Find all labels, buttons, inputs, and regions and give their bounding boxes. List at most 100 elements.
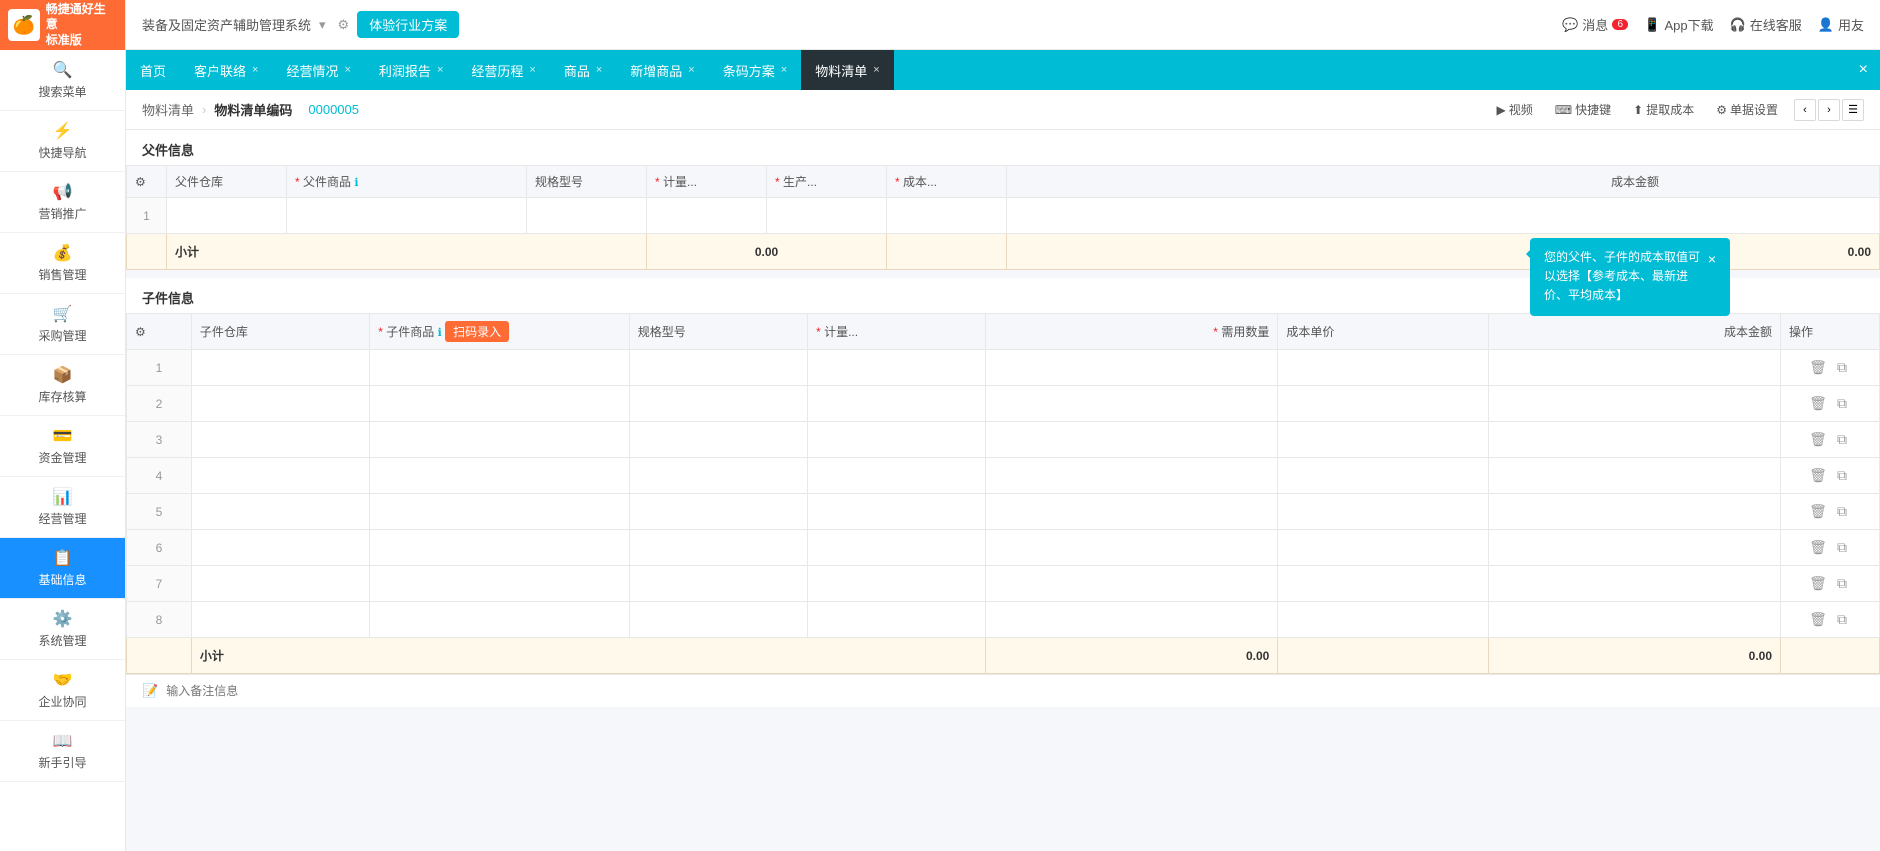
child-warehouse-5[interactable]: [191, 494, 369, 530]
child-unit-4[interactable]: [808, 458, 986, 494]
child-unit-6[interactable]: [808, 530, 986, 566]
child-spec-8[interactable]: [629, 602, 807, 638]
child-spec-7[interactable]: [629, 566, 807, 602]
child-spec-3[interactable]: [629, 422, 807, 458]
remark-input[interactable]: [166, 684, 1864, 698]
sidebar-item-basic-info[interactable]: 📋 基础信息: [0, 538, 125, 599]
sidebar-item-enterprise[interactable]: 🤝 企业协同: [0, 660, 125, 721]
child-qty-8[interactable]: [986, 602, 1278, 638]
child-warehouse-4[interactable]: [191, 458, 369, 494]
delete-icon-6[interactable]: 🗑: [1808, 538, 1828, 558]
parent-warehouse-cell[interactable]: [167, 198, 287, 234]
child-warehouse-8[interactable]: [191, 602, 369, 638]
child-warehouse-7[interactable]: [191, 566, 369, 602]
close-all-tabs[interactable]: ×: [1847, 61, 1880, 79]
close-tab-profit[interactable]: ×: [437, 64, 443, 76]
child-qty-4[interactable]: [986, 458, 1278, 494]
delete-icon-1[interactable]: 🗑: [1808, 358, 1828, 378]
delete-icon-4[interactable]: 🗑: [1808, 466, 1828, 486]
child-col-settings[interactable]: ⚙: [127, 314, 192, 350]
menu-btn[interactable]: ☰: [1842, 99, 1864, 121]
child-qty-5[interactable]: [986, 494, 1278, 530]
video-btn[interactable]: ▶ 视频: [1491, 98, 1539, 121]
parent-unit-cell[interactable]: [647, 198, 767, 234]
child-cost-price-4[interactable]: [1278, 458, 1489, 494]
tab-profit[interactable]: 利润报告 ×: [365, 50, 457, 90]
child-goods-1[interactable]: [370, 350, 629, 386]
prev-btn[interactable]: ‹: [1794, 99, 1816, 121]
child-warehouse-1[interactable]: [191, 350, 369, 386]
sidebar-item-finance[interactable]: 💳 资金管理: [0, 416, 125, 477]
copy-icon-4[interactable]: ⧉: [1832, 466, 1852, 486]
close-tab-operations[interactable]: ×: [344, 64, 350, 76]
child-goods-7[interactable]: [370, 566, 629, 602]
child-goods-8[interactable]: [370, 602, 629, 638]
app-download-button[interactable]: 📱 App下载: [1644, 15, 1713, 34]
child-cost-price-3[interactable]: [1278, 422, 1489, 458]
child-unit-2[interactable]: [808, 386, 986, 422]
parent-goods-cell[interactable]: [287, 198, 527, 234]
close-tab-bom[interactable]: ×: [873, 64, 879, 76]
extract-cost-btn[interactable]: ⬆ 提取成本: [1627, 98, 1700, 121]
copy-icon-8[interactable]: ⧉: [1832, 610, 1852, 630]
child-unit-7[interactable]: [808, 566, 986, 602]
child-cost-price-6[interactable]: [1278, 530, 1489, 566]
sidebar-item-inventory[interactable]: 📦 库存核算: [0, 355, 125, 416]
settings-gear-icon[interactable]: ⚙: [338, 17, 350, 33]
child-goods-6[interactable]: [370, 530, 629, 566]
child-warehouse-6[interactable]: [191, 530, 369, 566]
close-tab-new-goods[interactable]: ×: [688, 64, 694, 76]
trial-button[interactable]: 体验行业方案: [357, 11, 459, 38]
child-unit-5[interactable]: [808, 494, 986, 530]
child-cost-price-2[interactable]: [1278, 386, 1489, 422]
message-button[interactable]: 💬 消息 6: [1562, 15, 1628, 34]
child-unit-3[interactable]: [808, 422, 986, 458]
parent-production-cell[interactable]: [767, 198, 887, 234]
child-unit-8[interactable]: [808, 602, 986, 638]
shortcut-btn[interactable]: ⌨ 快捷键: [1549, 98, 1617, 121]
close-tab-barcode[interactable]: ×: [781, 64, 787, 76]
copy-icon-2[interactable]: ⧉: [1832, 394, 1852, 414]
copy-icon-6[interactable]: ⧉: [1832, 538, 1852, 558]
child-qty-3[interactable]: [986, 422, 1278, 458]
tab-barcode[interactable]: 条码方案 ×: [709, 50, 801, 90]
child-unit-1[interactable]: [808, 350, 986, 386]
tab-operations[interactable]: 经营情况 ×: [272, 50, 364, 90]
child-goods-3[interactable]: [370, 422, 629, 458]
parent-spec-cell[interactable]: [527, 198, 647, 234]
parent-cost-cell[interactable]: [887, 198, 1007, 234]
online-service-button[interactable]: 🎧 在线客服: [1730, 15, 1802, 34]
child-warehouse-3[interactable]: [191, 422, 369, 458]
child-cost-price-8[interactable]: [1278, 602, 1489, 638]
delete-icon-7[interactable]: 🗑: [1808, 574, 1828, 594]
child-spec-4[interactable]: [629, 458, 807, 494]
child-spec-2[interactable]: [629, 386, 807, 422]
child-goods-5[interactable]: [370, 494, 629, 530]
sidebar-item-search[interactable]: 🔍 搜索菜单: [0, 50, 125, 111]
sidebar-item-system[interactable]: ⚙️ 系统管理: [0, 599, 125, 660]
child-spec-1[interactable]: [629, 350, 807, 386]
delete-icon-2[interactable]: 🗑: [1808, 394, 1828, 414]
sidebar-item-quick-nav[interactable]: ⚡ 快捷导航: [0, 111, 125, 172]
user-menu[interactable]: 👤 用友: [1818, 15, 1864, 34]
tab-new-goods[interactable]: 新增商品 ×: [616, 50, 708, 90]
child-warehouse-2[interactable]: [191, 386, 369, 422]
breadcrumb-bom-list[interactable]: 物料清单: [142, 100, 194, 119]
child-qty-6[interactable]: [986, 530, 1278, 566]
child-cost-price-7[interactable]: [1278, 566, 1489, 602]
delete-icon-3[interactable]: 🗑: [1808, 430, 1828, 450]
tab-home[interactable]: 首页: [126, 50, 180, 90]
sidebar-item-marketing[interactable]: 📢 营销推广: [0, 172, 125, 233]
sidebar-item-guide[interactable]: 📖 新手引导: [0, 721, 125, 782]
tab-history[interactable]: 经营历程 ×: [457, 50, 549, 90]
copy-icon-5[interactable]: ⧉: [1832, 502, 1852, 522]
close-tab-history[interactable]: ×: [529, 64, 535, 76]
copy-icon-7[interactable]: ⧉: [1832, 574, 1852, 594]
sidebar-item-operations[interactable]: 📊 经营管理: [0, 477, 125, 538]
child-spec-5[interactable]: [629, 494, 807, 530]
close-tab-goods[interactable]: ×: [596, 64, 602, 76]
sidebar-item-sales[interactable]: 💰 销售管理: [0, 233, 125, 294]
child-cost-price-5[interactable]: [1278, 494, 1489, 530]
close-tab-customers[interactable]: ×: [252, 64, 258, 76]
sidebar-item-purchase[interactable]: 🛒 采购管理: [0, 294, 125, 355]
